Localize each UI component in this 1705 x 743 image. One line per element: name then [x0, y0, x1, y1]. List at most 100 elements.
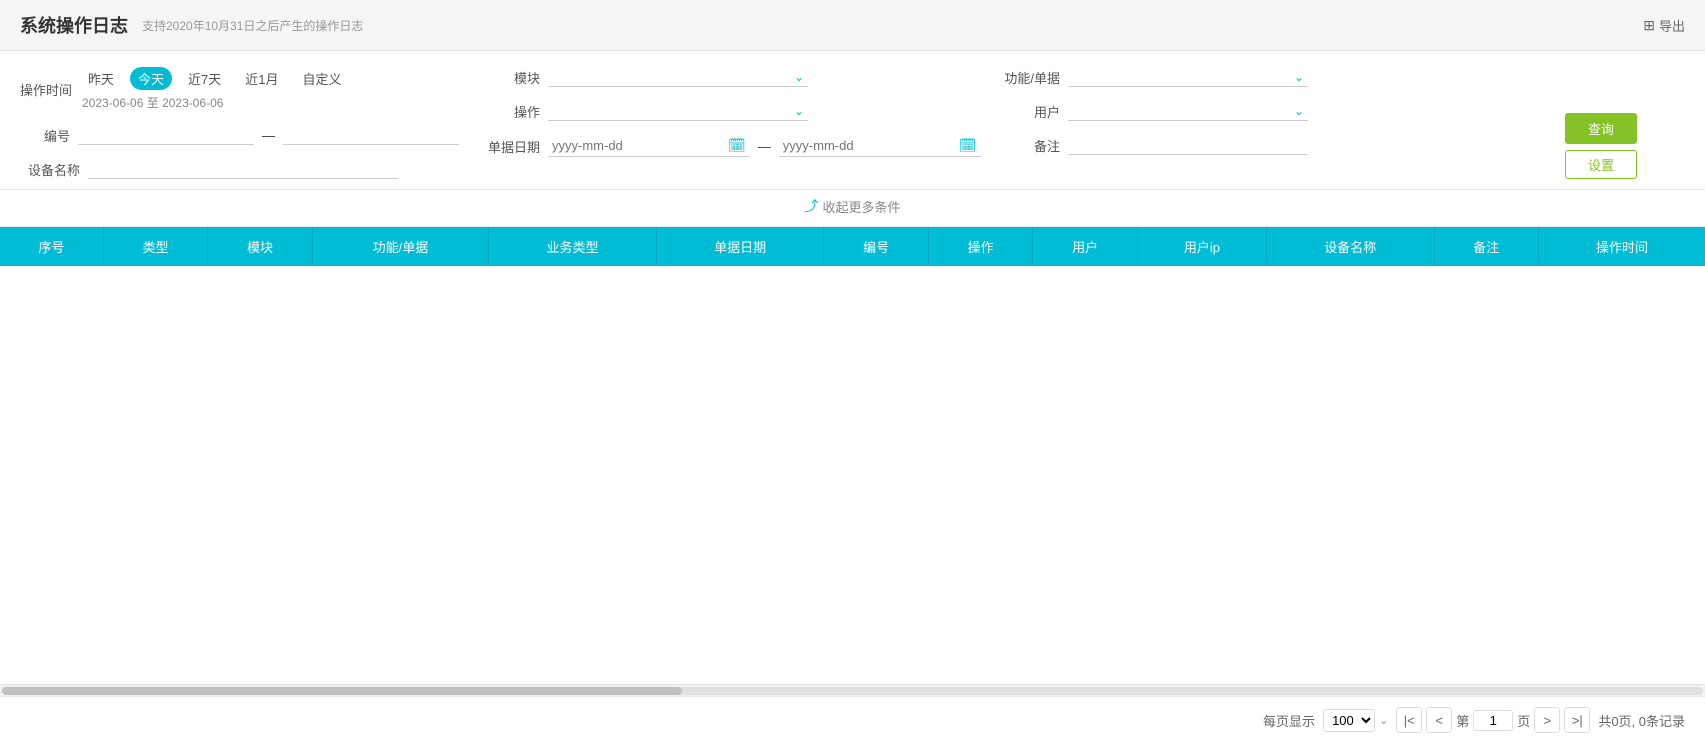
page-total: 共0页, 0条记录 — [1598, 711, 1685, 730]
yesterday-btn[interactable]: 昨天 — [80, 67, 122, 90]
table-wrapper: 序号 类型 模块 功能/单据 业务类型 单据日期 编号 操作 用户 用户ip 设… — [0, 227, 1705, 684]
col-module: 模块 — [208, 227, 312, 266]
voucher-date-filter: 单据日期 🗓 — 🗓 — [480, 135, 1000, 157]
date-to-input[interactable] — [783, 138, 959, 153]
col-user-ip: 用户ip — [1137, 227, 1266, 266]
page-size-dropdown[interactable]: 100 50 200 — [1323, 709, 1375, 732]
code-range-sep: — — [262, 128, 275, 143]
code-from-input[interactable] — [78, 127, 254, 142]
note-input[interactable] — [1068, 137, 1308, 152]
page-unit: 页 — [1517, 711, 1530, 730]
module-dropdown-wrap: ⌄ — [548, 67, 808, 87]
module-label: 模块 — [480, 68, 540, 87]
page-size-chevron: ⌄ — [1379, 714, 1388, 727]
user-label: 用户 — [1000, 102, 1060, 121]
module-select[interactable] — [548, 69, 802, 84]
feature-filter: 功能/单据 ⌄ — [1000, 67, 1565, 87]
col-user: 用户 — [1033, 227, 1137, 266]
date-from-wrap: 🗓 — [548, 135, 750, 157]
page-label: 第 — [1456, 711, 1469, 730]
filter-col-1: 操作时间 昨天 今天 近7天 近1月 自定义 2023-06-06 至 2023… — [20, 67, 480, 179]
voucher-date-label: 单据日期 — [480, 137, 540, 156]
note-input-wrap — [1068, 135, 1308, 155]
page-header: 系统操作日志 支持2020年10月31日之后产生的操作日志 ⊞ 导出 — [0, 0, 1705, 51]
action-buttons: 查询 设置 — [1565, 113, 1637, 179]
query-button[interactable]: 查询 — [1565, 113, 1637, 144]
next-page-button[interactable]: > — [1534, 707, 1560, 733]
operation-dropdown-wrap: ⌄ — [548, 101, 808, 121]
date-range-display: 2023-06-06 至 2023-06-06 — [82, 94, 350, 111]
date-sep: — — [758, 139, 771, 154]
col-biz-type: 业务类型 — [489, 227, 657, 266]
page-input[interactable] — [1473, 710, 1513, 731]
collapse-button[interactable]: ⤴ 收起更多条件 — [804, 196, 900, 216]
date-from-input[interactable] — [552, 138, 728, 153]
export-label: 导出 — [1659, 16, 1685, 35]
last1month-btn[interactable]: 近1月 — [237, 67, 286, 90]
code-filter: 编号 — — [20, 125, 480, 145]
custom-btn[interactable]: 自定义 — [295, 67, 350, 90]
scrollbar-thumb[interactable] — [2, 687, 682, 695]
export-button[interactable]: ⊞ 导出 — [1643, 16, 1685, 35]
export-icon: ⊞ — [1643, 17, 1655, 34]
device-label: 设备名称 — [20, 160, 80, 179]
col-op-time: 操作时间 — [1539, 227, 1705, 266]
page-subtitle: 支持2020年10月31日之后产生的操作日志 — [142, 17, 363, 34]
filter-col-2: 模块 ⌄ 操作 ⌄ — [480, 67, 1000, 179]
code-to-input-wrap — [283, 125, 459, 145]
table-header-row: 序号 类型 模块 功能/单据 业务类型 单据日期 编号 操作 用户 用户ip 设… — [0, 227, 1705, 266]
time-buttons: 昨天 今天 近7天 近1月 自定义 — [80, 67, 350, 90]
time-filter-group: 昨天 今天 近7天 近1月 自定义 2023-06-06 至 2023-06-0… — [80, 67, 350, 111]
page-nav: |< < 第 页 > >| — [1396, 707, 1590, 733]
module-filter: 模块 ⌄ — [480, 67, 1000, 87]
settings-button[interactable]: 设置 — [1565, 150, 1637, 179]
user-dropdown-wrap: ⌄ — [1068, 101, 1308, 121]
calendar-to-icon[interactable]: 🗓 — [959, 137, 977, 154]
filter-col-3: 功能/单据 ⌄ 用户 ⌄ — [1000, 67, 1565, 179]
header-left: 系统操作日志 支持2020年10月31日之后产生的操作日志 — [20, 12, 363, 38]
code-from-input-wrap — [78, 125, 254, 145]
device-input[interactable] — [88, 161, 398, 176]
calendar-from-icon[interactable]: 🗓 — [728, 137, 746, 154]
col-operation: 操作 — [928, 227, 1032, 266]
last-page-button[interactable]: >| — [1564, 707, 1590, 733]
col-voucher-date: 单据日期 — [656, 227, 824, 266]
table-header: 序号 类型 模块 功能/单据 业务类型 单据日期 编号 操作 用户 用户ip 设… — [0, 227, 1705, 266]
filter-actions: 查询 设置 — [1565, 67, 1685, 179]
user-select[interactable] — [1068, 103, 1302, 118]
note-label: 备注 — [1000, 136, 1060, 155]
page-size-select: 100 50 200 ⌄ — [1323, 709, 1388, 732]
filter-section: 操作时间 昨天 今天 近7天 近1月 自定义 2023-06-06 至 2023… — [20, 67, 1685, 179]
device-input-wrap — [88, 159, 398, 179]
scrollbar-track — [2, 687, 1703, 695]
last7days-btn[interactable]: 近7天 — [180, 67, 229, 90]
operation-filter: 操作 ⌄ — [480, 101, 1000, 121]
user-filter: 用户 ⌄ — [1000, 101, 1565, 121]
today-btn[interactable]: 今天 — [130, 67, 172, 90]
col-feature: 功能/单据 — [312, 227, 488, 266]
note-filter: 备注 — [1000, 135, 1565, 155]
operation-time-filter: 操作时间 昨天 今天 近7天 近1月 自定义 2023-06-06 至 2023… — [20, 67, 480, 111]
code-label: 编号 — [20, 126, 70, 145]
col-code: 编号 — [824, 227, 928, 266]
scrollbar-area[interactable] — [0, 684, 1705, 696]
data-table: 序号 类型 模块 功能/单据 业务类型 单据日期 编号 操作 用户 用户ip 设… — [0, 227, 1705, 266]
col-device: 设备名称 — [1266, 227, 1434, 266]
code-to-input[interactable] — [283, 127, 459, 142]
feature-dropdown-wrap: ⌄ — [1068, 67, 1308, 87]
per-page-label: 每页显示 — [1263, 711, 1315, 730]
collapse-label: 收起更多条件 — [822, 197, 900, 216]
collapse-icon: ⤴ — [804, 196, 818, 216]
filter-area: 操作时间 昨天 今天 近7天 近1月 自定义 2023-06-06 至 2023… — [0, 51, 1705, 190]
feature-label: 功能/单据 — [1000, 68, 1060, 87]
prev-page-button[interactable]: < — [1426, 707, 1452, 733]
device-filter: 设备名称 — [20, 159, 480, 179]
feature-select[interactable] — [1068, 69, 1302, 84]
col-type: 类型 — [103, 227, 207, 266]
operation-time-label: 操作时间 — [20, 80, 72, 99]
operation-select[interactable] — [548, 103, 802, 118]
first-page-button[interactable]: |< — [1396, 707, 1422, 733]
operation-label: 操作 — [480, 102, 540, 121]
date-to-wrap: 🗓 — [779, 135, 981, 157]
col-seq: 序号 — [0, 227, 103, 266]
